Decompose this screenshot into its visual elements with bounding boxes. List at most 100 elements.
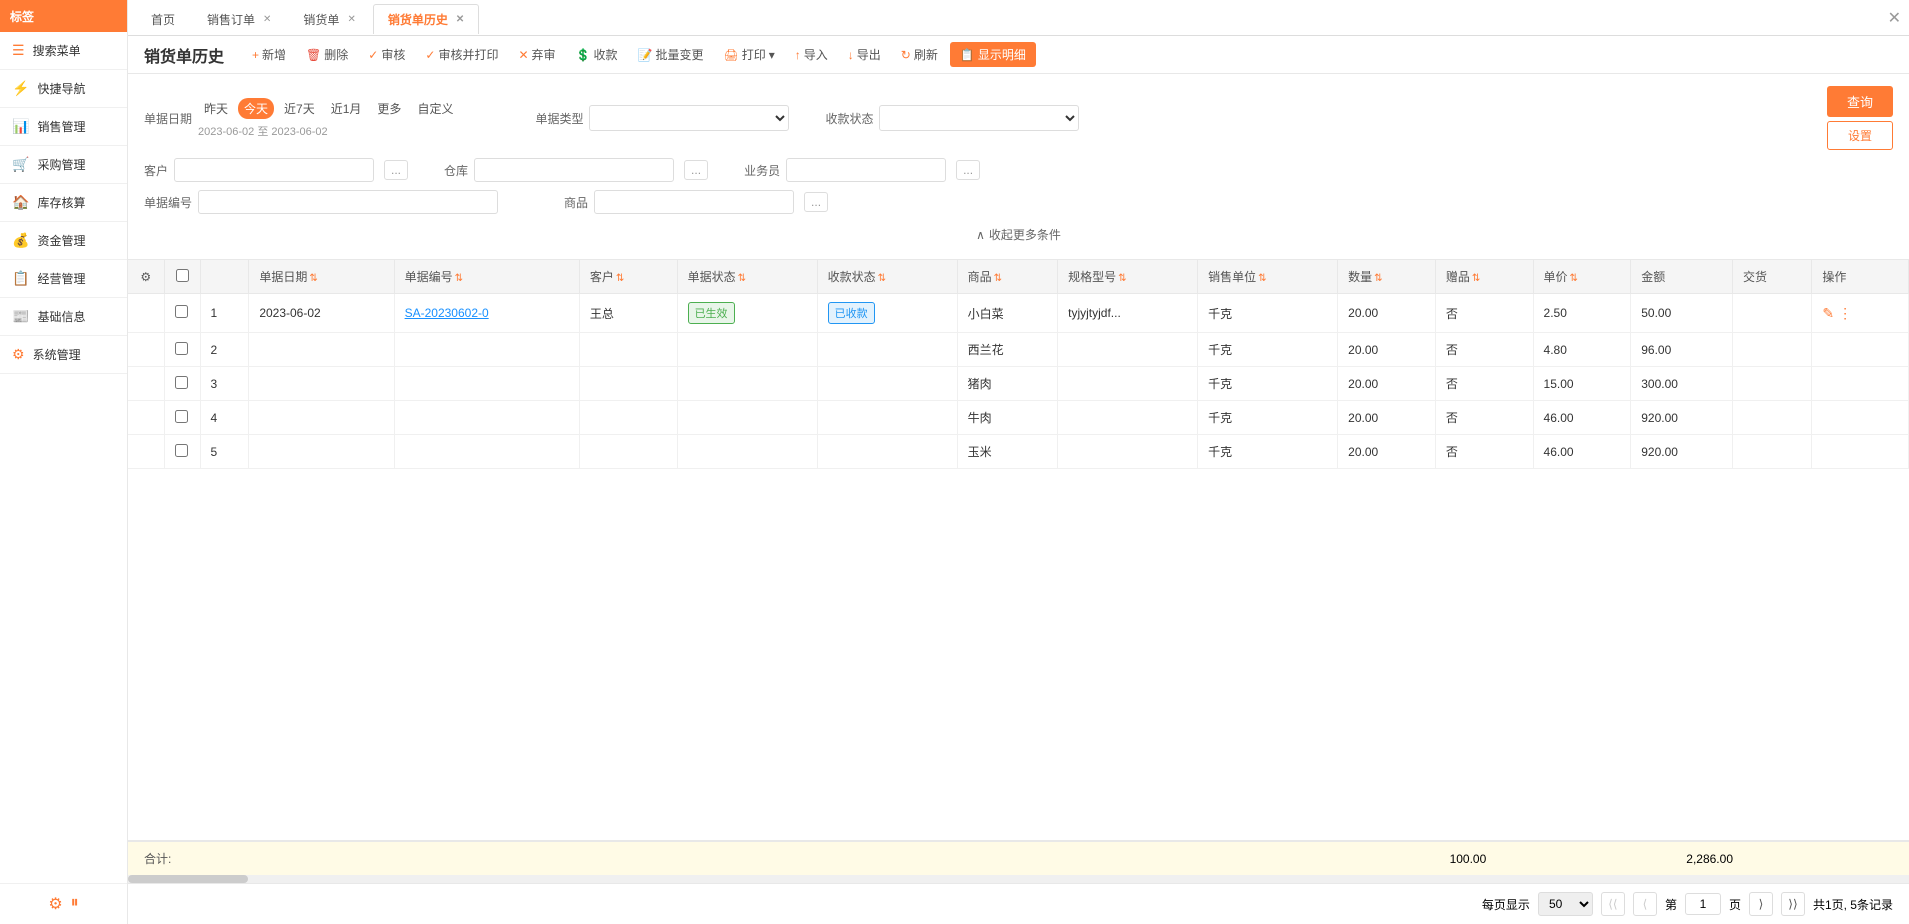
cell-doc-no [394, 367, 579, 401]
agent-input[interactable] [786, 158, 946, 182]
cell-goods: 猪肉 [957, 367, 1058, 401]
th-customer[interactable]: 客户 [579, 260, 677, 294]
add-button[interactable]: + 新增 [244, 42, 294, 67]
sidebar-item-quick-nav[interactable]: ⚡ 快捷导航 [0, 70, 127, 108]
th-pay-status[interactable]: 收款状态 [817, 260, 957, 294]
sys-mgmt-icon: ⚙ [12, 346, 25, 363]
cell-doc-no[interactable]: SA-20230602-0 [394, 294, 579, 333]
cell-checkbox[interactable] [164, 294, 200, 333]
tab-sales-order-close[interactable]: ✕ [263, 14, 271, 25]
tab-sales-history-close[interactable]: ✕ [456, 14, 464, 25]
goods-input[interactable] [594, 190, 794, 214]
th-doc-no[interactable]: 单据编号 [394, 260, 579, 294]
refresh-button[interactable]: ↻ 刷新 [893, 42, 946, 67]
cell-checkbox[interactable] [164, 333, 200, 367]
audit-print-button[interactable]: ✓ 审核并打印 [417, 42, 506, 67]
date-7days[interactable]: 近7天 [278, 98, 321, 119]
edit-action[interactable]: ✎ [1822, 305, 1834, 321]
batch-change-button[interactable]: 📝 批量变更 [630, 42, 712, 67]
sidebar-item-search-menu[interactable]: ☰ 搜索菜单 [0, 32, 127, 70]
sidebar-item-basic-info[interactable]: 📰 基础信息 [0, 298, 127, 336]
cell-checkbox[interactable] [164, 367, 200, 401]
date-custom[interactable]: 自定义 [411, 98, 459, 119]
sidebar-item-sys-mgmt[interactable]: ⚙ 系统管理 [0, 336, 127, 374]
import-button[interactable]: ↑ 导入 [787, 42, 836, 67]
prev-page-btn[interactable]: ⟨ [1633, 892, 1657, 916]
abandon-button[interactable]: ✕ 弃审 [510, 42, 563, 67]
pause-icon[interactable]: ⏸ [71, 894, 79, 914]
close-all-tabs[interactable]: ✕ [1888, 8, 1901, 28]
collapse-button[interactable]: ∧ 收起更多条件 [144, 222, 1893, 247]
horizontal-scrollbar[interactable] [128, 875, 1909, 883]
query-button[interactable]: 查询 [1827, 86, 1893, 117]
cell-gear [128, 435, 164, 469]
row-checkbox[interactable] [175, 376, 188, 389]
tab-sales-goods[interactable]: 销货单 ✕ [288, 4, 370, 34]
export-button[interactable]: ↓ 导出 [840, 42, 889, 67]
select-all-checkbox[interactable] [176, 269, 189, 282]
payment-select[interactable] [879, 105, 1079, 131]
th-price[interactable]: 单价 [1533, 260, 1631, 294]
row-checkbox[interactable] [175, 342, 188, 355]
sidebar-item-ops-mgmt[interactable]: 📋 经营管理 [0, 260, 127, 298]
th-unit[interactable]: 销售单位 [1198, 260, 1338, 294]
warehouse-ellipsis[interactable]: ... [684, 160, 708, 180]
show-detail-button[interactable]: 📋 显示明细 [950, 42, 1036, 67]
cell-gift: 否 [1435, 294, 1533, 333]
row-checkbox[interactable] [175, 444, 188, 457]
th-doc-date[interactable]: 单据日期 [249, 260, 394, 294]
last-page-btn[interactable]: ⟩⟩ [1781, 892, 1805, 916]
setting-button[interactable]: 设置 [1827, 121, 1893, 150]
filter-agent: 业务员 ... [744, 158, 980, 182]
th-exchange: 交货 [1732, 260, 1811, 294]
cell-unit: 千克 [1198, 401, 1338, 435]
customer-input[interactable] [174, 158, 374, 182]
doc-no-link[interactable]: SA-20230602-0 [405, 306, 489, 320]
goods-ellipsis[interactable]: ... [804, 192, 828, 212]
cell-checkbox[interactable] [164, 401, 200, 435]
date-yesterday[interactable]: 昨天 [198, 98, 234, 119]
cell-amount: 920.00 [1631, 435, 1733, 469]
tab-sales-history[interactable]: 销货单历史 ✕ [373, 4, 479, 34]
settings-icon[interactable]: ⚙ [48, 894, 62, 914]
next-page-btn[interactable]: ⟩ [1749, 892, 1773, 916]
date-today[interactable]: 今天 [238, 98, 274, 119]
cell-spec [1058, 435, 1198, 469]
tab-sales-order[interactable]: 销售订单 ✕ [192, 4, 286, 34]
customer-ellipsis[interactable]: ... [384, 160, 408, 180]
cell-action: ✎⋮ [1812, 294, 1909, 333]
tab-home[interactable]: 首页 [136, 4, 190, 34]
cell-gift: 否 [1435, 435, 1533, 469]
delete-button[interactable]: 🗑 删除 [298, 42, 356, 67]
date-more[interactable]: 更多 [371, 98, 407, 119]
th-doc-status[interactable]: 单据状态 [677, 260, 817, 294]
doc-no-input[interactable] [198, 190, 498, 214]
th-spec[interactable]: 规格型号 [1058, 260, 1198, 294]
date-1month[interactable]: 近1月 [325, 98, 368, 119]
warehouse-input[interactable] [474, 158, 674, 182]
sidebar-item-purchase-mgmt[interactable]: 🛒 采购管理 [0, 146, 127, 184]
agent-ellipsis[interactable]: ... [956, 160, 980, 180]
scrollbar-thumb[interactable] [128, 875, 248, 883]
th-gear[interactable]: ⚙ [128, 260, 164, 294]
page-number-input[interactable] [1685, 893, 1721, 915]
tab-sales-goods-close[interactable]: ✕ [347, 14, 355, 25]
th-checkbox[interactable] [164, 260, 200, 294]
sidebar-item-finance[interactable]: 💰 资金管理 [0, 222, 127, 260]
row-checkbox[interactable] [175, 305, 188, 318]
type-select[interactable] [589, 105, 789, 131]
first-page-btn[interactable]: ⟨⟨ [1601, 892, 1625, 916]
cell-customer [579, 435, 677, 469]
th-goods[interactable]: 商品 [957, 260, 1058, 294]
th-gift[interactable]: 赠品 [1435, 260, 1533, 294]
cell-checkbox[interactable] [164, 435, 200, 469]
collect-button[interactable]: 💲 收款 [568, 42, 626, 67]
th-qty[interactable]: 数量 [1338, 260, 1436, 294]
per-page-select[interactable]: 50 10 20 100 [1538, 892, 1593, 916]
more-action[interactable]: ⋮ [1838, 305, 1852, 321]
print-button[interactable]: 🖨 打印 ▾ [715, 42, 782, 67]
sidebar-item-sales-mgmt[interactable]: 📊 销售管理 [0, 108, 127, 146]
row-checkbox[interactable] [175, 410, 188, 423]
sidebar-item-inventory[interactable]: 🏠 库存核算 [0, 184, 127, 222]
audit-button[interactable]: ✓ 审核 [360, 42, 413, 67]
